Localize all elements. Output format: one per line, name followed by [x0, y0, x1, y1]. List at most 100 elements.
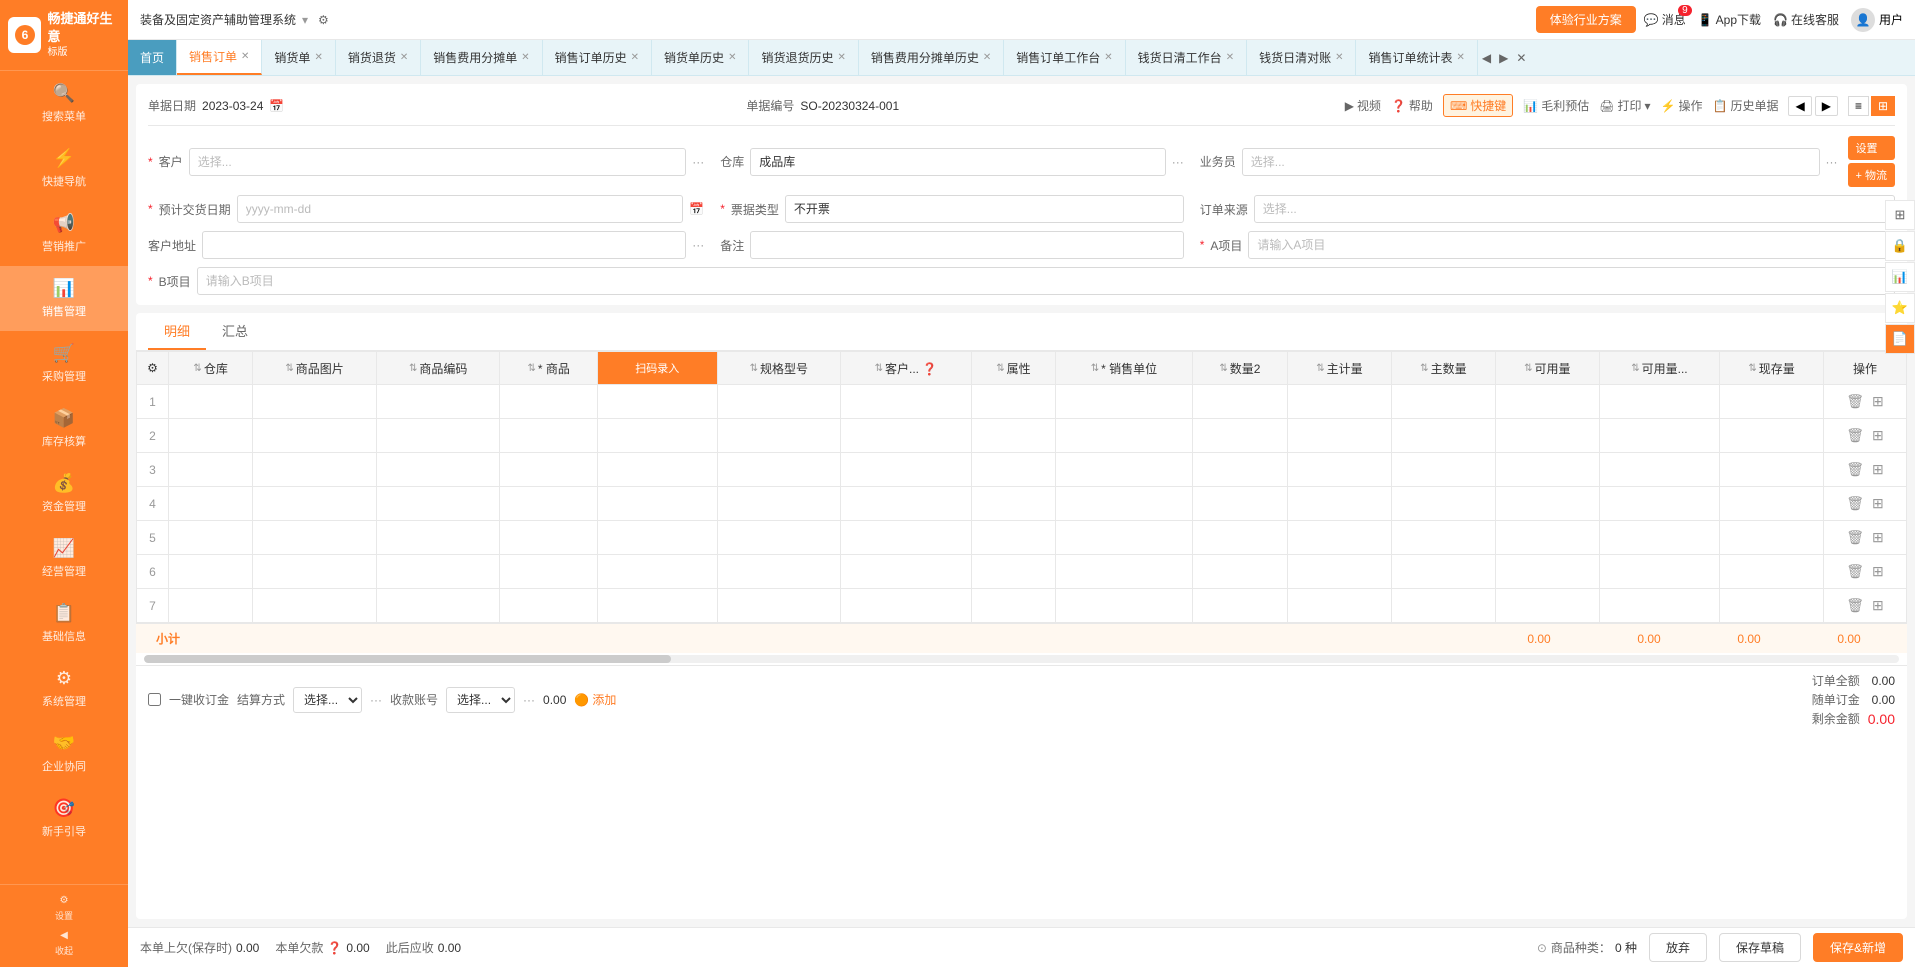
tab-6[interactable]: 销货单历史 ✕ [652, 40, 749, 75]
tab-close-icon[interactable]: ✕ [314, 52, 322, 63]
row-main-unit[interactable] [1287, 453, 1391, 487]
tab-10[interactable]: 钱货日清工作台 ✕ [1126, 40, 1247, 75]
next-record-btn[interactable]: ▶ [1815, 96, 1838, 116]
side-icon-5[interactable]: 📄 [1885, 324, 1915, 354]
row-available[interactable] [1495, 521, 1599, 555]
row-warehouse[interactable] [169, 453, 253, 487]
row-warehouse[interactable] [169, 555, 253, 589]
account-expand-icon[interactable]: ··· [523, 693, 535, 707]
row-copy-btn[interactable]: ⊞ [1870, 561, 1886, 582]
row-spec[interactable] [717, 487, 841, 521]
sidebar-item-销售管理[interactable]: 📊销售管理 [0, 266, 128, 331]
tab-7[interactable]: 销货退货历史 ✕ [749, 40, 858, 75]
row-warehouse[interactable] [169, 589, 253, 623]
row-warehouse[interactable] [169, 419, 253, 453]
row-unit[interactable] [1056, 385, 1193, 419]
row-main-unit[interactable] [1287, 521, 1391, 555]
row-available2[interactable] [1599, 385, 1719, 419]
row-product[interactable] [500, 385, 597, 419]
row-current[interactable] [1720, 419, 1824, 453]
date-calendar-icon[interactable]: 📅 [269, 99, 284, 113]
row-qty2[interactable] [1192, 589, 1287, 623]
row-main-qty[interactable] [1391, 453, 1495, 487]
tab-5[interactable]: 销售订单历史 ✕ [543, 40, 652, 75]
row-current[interactable] [1720, 385, 1824, 419]
row-copy-btn[interactable]: ⊞ [1870, 391, 1886, 412]
row-current[interactable] [1720, 487, 1824, 521]
save-draft-btn[interactable]: 保存草稿 [1719, 933, 1801, 962]
row-qty2[interactable] [1192, 521, 1287, 555]
address-input[interactable] [202, 231, 686, 259]
save-new-btn[interactable]: 保存&新增 [1813, 933, 1903, 962]
order-source-input[interactable] [1254, 195, 1895, 223]
sidebar-item-新手引导[interactable]: 🎯新手引导 [0, 786, 128, 851]
delivery-date-input[interactable] [237, 195, 684, 223]
a-project-input[interactable] [1248, 231, 1895, 259]
row-customer-code[interactable] [841, 453, 972, 487]
row-customer-code[interactable] [841, 419, 972, 453]
salesperson-input[interactable] [1242, 148, 1820, 176]
account-select[interactable]: 选择... [446, 687, 515, 713]
row-unit[interactable] [1056, 589, 1193, 623]
row-attr[interactable] [971, 521, 1055, 555]
row-warehouse[interactable] [169, 385, 253, 419]
warehouse-expand-icon[interactable]: ··· [1172, 155, 1184, 169]
row-available2[interactable] [1599, 589, 1719, 623]
row-main-qty[interactable] [1391, 385, 1495, 419]
row-unit[interactable] [1056, 487, 1193, 521]
row-attr[interactable] [971, 419, 1055, 453]
row-qty2[interactable] [1192, 385, 1287, 419]
invoice-type-select[interactable]: 不开票 增值税普通发票 增值税专用发票 [785, 195, 1184, 223]
tab-close-icon[interactable]: ✕ [521, 52, 529, 63]
row-qty2[interactable] [1192, 453, 1287, 487]
sidebar-item-快捷导航[interactable]: ⚡快捷导航 [0, 136, 128, 201]
side-icon-4[interactable]: ⭐ [1885, 293, 1915, 323]
row-available2[interactable] [1599, 419, 1719, 453]
row-warehouse[interactable] [169, 521, 253, 555]
row-customer-code[interactable] [841, 555, 972, 589]
row-main-unit[interactable] [1287, 419, 1391, 453]
row-delete-btn[interactable]: 🗑 [1844, 425, 1866, 446]
tab-close-icon[interactable]: ✕ [837, 52, 845, 63]
salesperson-expand-icon[interactable]: ··· [1826, 155, 1838, 169]
row-product[interactable] [500, 453, 597, 487]
tab-detail[interactable]: 明细 [148, 313, 206, 350]
tab-close-icon[interactable]: ✕ [1104, 52, 1112, 63]
message-btn[interactable]: 💬 9 消息 [1644, 11, 1686, 28]
row-unit[interactable] [1056, 419, 1193, 453]
sidebar-collapse[interactable]: ◀收起 [55, 930, 73, 957]
row-spec[interactable] [717, 521, 841, 555]
operations-btn[interactable]: ⚡ 操作 [1661, 97, 1703, 114]
sidebar-item-系统管理[interactable]: ⚙系统管理 [0, 656, 128, 721]
count-help-icon[interactable]: ⊙ [1537, 941, 1547, 955]
row-attr[interactable] [971, 453, 1055, 487]
tab-9[interactable]: 销售订单工作台 ✕ [1004, 40, 1125, 75]
row-available[interactable] [1495, 385, 1599, 419]
row-spec[interactable] [717, 385, 841, 419]
row-available[interactable] [1495, 487, 1599, 521]
row-delete-btn[interactable]: 🗑 [1844, 493, 1866, 514]
tab-4[interactable]: 销售费用分摊单 ✕ [421, 40, 542, 75]
tab-0[interactable]: 首页 [128, 40, 177, 75]
row-available[interactable] [1495, 555, 1599, 589]
list-view-btn[interactable]: ≡ [1848, 96, 1869, 116]
row-main-qty[interactable] [1391, 555, 1495, 589]
row-attr[interactable] [971, 589, 1055, 623]
history-btn[interactable]: 📋 历史单据 [1713, 97, 1779, 114]
row-copy-btn[interactable]: ⊞ [1870, 493, 1886, 514]
row-delete-btn[interactable]: 🗑 [1844, 391, 1866, 412]
row-customer-code[interactable] [841, 521, 972, 555]
row-code[interactable] [376, 453, 500, 487]
row-available2[interactable] [1599, 453, 1719, 487]
row-main-qty[interactable] [1391, 521, 1495, 555]
user-menu[interactable]: 👤 用户 [1851, 8, 1903, 32]
tab-11[interactable]: 钱货日清对账 ✕ [1247, 40, 1356, 75]
row-customer-code[interactable] [841, 385, 972, 419]
b-project-input[interactable] [197, 267, 1895, 295]
settle-method-select[interactable]: 选择... [293, 687, 362, 713]
row-main-unit[interactable] [1287, 555, 1391, 589]
row-code[interactable] [376, 589, 500, 623]
tab-3[interactable]: 销货退货 ✕ [336, 40, 421, 75]
row-delete-btn[interactable]: 🗑 [1844, 527, 1866, 548]
profit-btn[interactable]: 📊 毛利预估 [1523, 97, 1589, 114]
